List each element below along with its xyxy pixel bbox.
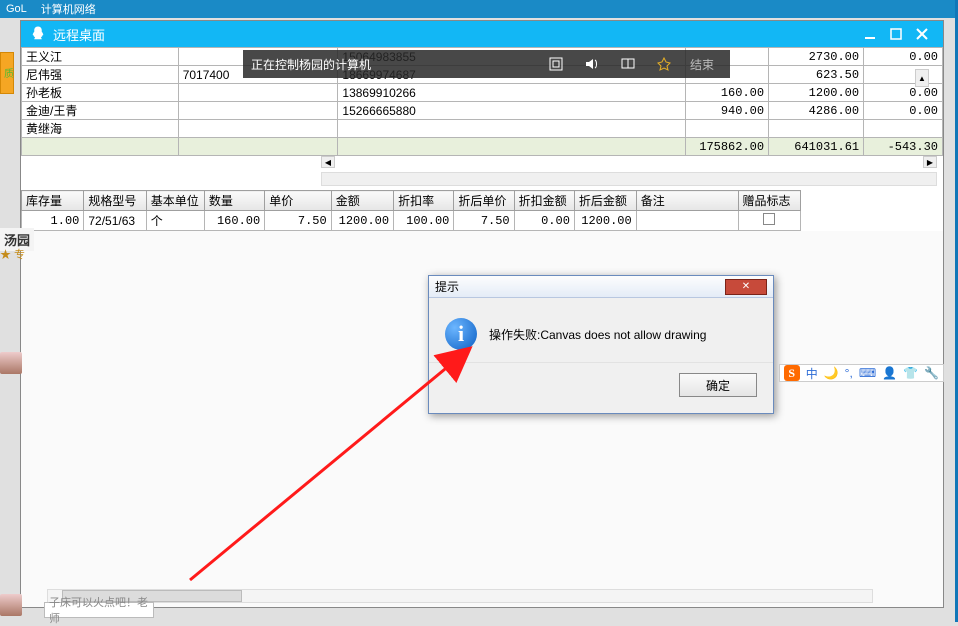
remote-control-bar[interactable]: 正在控制杨园的计算机 结束 <box>243 50 730 78</box>
table-row[interactable]: 孙老板13869910266160.001200.000.00 <box>22 84 943 102</box>
dialog-message: 操作失败:Canvas does not allow drawing <box>489 326 706 343</box>
titlebar[interactable]: 远程桌面 <box>21 21 943 47</box>
maximize-button[interactable] <box>883 25 909 43</box>
ime-skin-icon[interactable]: 👕 <box>903 366 918 380</box>
minimize-button[interactable] <box>857 25 883 43</box>
window-title: 远程桌面 <box>53 25 857 44</box>
table-row[interactable]: 1.0072/51/63个160.007.501200.00100.007.50… <box>22 211 801 231</box>
table-row[interactable]: 金迪/王青15266665880940.004286.000.00 <box>22 102 943 120</box>
gift-checkbox[interactable] <box>738 211 800 231</box>
totals-row: 175862.00641031.61-543.30 <box>22 138 943 156</box>
side-orange-tab[interactable]: 质 <box>0 52 14 94</box>
bottom-input[interactable]: 子床可以火点吧！老师 <box>44 602 154 618</box>
dialog-close-button[interactable]: ✕ <box>725 279 767 295</box>
fullscreen-icon[interactable] <box>538 56 574 72</box>
ime-punct-icon[interactable]: °, <box>845 366 853 380</box>
close-button[interactable] <box>909 25 935 43</box>
column-header[interactable]: 规格型号 <box>84 191 146 211</box>
qq-icon <box>29 25 47 43</box>
column-header[interactable]: 折后单价 <box>454 191 514 211</box>
column-header[interactable]: 折扣金额 <box>514 191 574 211</box>
column-header[interactable]: 金额 <box>331 191 393 211</box>
control-status: 正在控制杨园的计算机 <box>251 56 538 73</box>
pin-icon[interactable] <box>646 56 682 72</box>
hscrollbar[interactable] <box>321 172 937 186</box>
end-session-button[interactable]: 结束 <box>682 56 722 73</box>
sogou-icon[interactable]: S <box>784 365 800 381</box>
hscroll-right-icon[interactable]: ▶ <box>923 156 937 168</box>
column-header[interactable]: 折扣率 <box>394 191 454 211</box>
ime-user-icon[interactable]: 👤 <box>882 366 897 380</box>
avatar[interactable] <box>0 594 22 616</box>
column-header[interactable]: 基本单位 <box>146 191 204 211</box>
mid-gap: ◀ ▶ <box>21 156 943 190</box>
table-row[interactable]: 黄继海 <box>22 120 943 138</box>
ok-button[interactable]: 确定 <box>679 373 757 397</box>
ime-moon-icon[interactable]: 🌙 <box>824 366 839 380</box>
screen-icon[interactable] <box>610 56 646 72</box>
column-header[interactable]: 备注 <box>636 191 738 211</box>
info-icon: i <box>445 318 477 350</box>
ime-lang[interactable]: 中 <box>806 365 818 382</box>
side-star-label: ★ 专 <box>0 246 25 262</box>
ime-toolbar[interactable]: S 中 🌙 °, ⌨ 👤 👕 🔧 <box>779 364 944 382</box>
dialog-title: 提示 <box>435 278 725 295</box>
vscroll-up[interactable]: ▲ <box>915 69 929 87</box>
column-header[interactable]: 折后金额 <box>574 191 636 211</box>
column-header[interactable]: 赠品标志 <box>738 191 800 211</box>
detail-grid[interactable]: 库存量规格型号基本单位数量单价金额折扣率折后单价折扣金额折后金额备注赠品标志 1… <box>21 190 801 231</box>
ime-tool-icon[interactable]: 🔧 <box>924 366 939 380</box>
dialog-footer: 确定 <box>429 362 773 413</box>
dialog-body: i 操作失败:Canvas does not allow drawing <box>429 298 773 362</box>
bottom-hscrollbar[interactable] <box>47 589 873 603</box>
speaker-icon[interactable] <box>574 56 610 72</box>
column-header[interactable]: 数量 <box>204 191 264 211</box>
hscroll-left-icon[interactable]: ◀ <box>321 156 335 168</box>
column-header[interactable]: 库存量 <box>22 191 84 211</box>
ime-keyboard-icon[interactable]: ⌨ <box>859 366 876 380</box>
dialog-titlebar[interactable]: 提示 ✕ <box>429 276 773 298</box>
taskbar-fragment: GoL 计算机网络 <box>0 0 958 18</box>
message-dialog: 提示 ✕ i 操作失败:Canvas does not allow drawin… <box>428 275 774 414</box>
avatar[interactable] <box>0 352 22 374</box>
column-header[interactable]: 单价 <box>265 191 332 211</box>
